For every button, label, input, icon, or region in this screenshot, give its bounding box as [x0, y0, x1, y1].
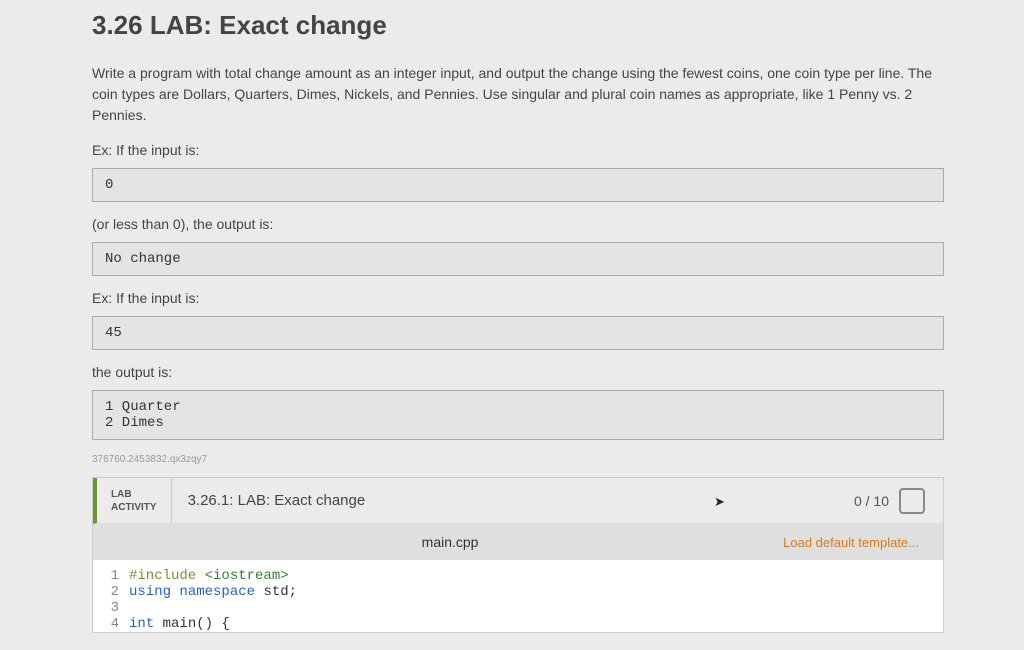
line-number: 4: [93, 616, 129, 632]
file-bar: main.cpp Load default template...: [93, 524, 943, 560]
activity-type-line2: ACTIVITY: [111, 501, 157, 514]
example2-note: the output is:: [92, 364, 944, 380]
editor-line[interactable]: 4int main() {: [93, 616, 943, 632]
activity-header: LAB ACTIVITY 3.26.1: LAB: Exact change ➤…: [93, 478, 943, 524]
editor-line[interactable]: 3: [93, 600, 943, 616]
activity-type-line1: LAB: [111, 488, 157, 501]
example2-output-line: 2 Dimes: [105, 415, 931, 431]
cursor-icon: ➤: [714, 494, 725, 510]
line-number: 2: [93, 584, 129, 600]
code-content[interactable]: #include <iostream>: [129, 568, 289, 584]
file-name: main.cpp: [117, 534, 783, 550]
example1-note: (or less than 0), the output is:: [92, 216, 944, 232]
example2-input: 45: [105, 325, 931, 341]
example1-output: No change: [105, 251, 931, 267]
description: Write a program with total change amount…: [92, 63, 944, 126]
footer-id: 376760.2453832.qx3zqy7: [92, 454, 944, 465]
example1-input-box: 0: [92, 168, 944, 202]
line-number: 1: [93, 568, 129, 584]
score-checkbox[interactable]: [899, 488, 925, 514]
code-content[interactable]: int main() {: [129, 616, 230, 632]
example1-input: 0: [105, 177, 931, 193]
activity-title: 3.26.1: LAB: Exact change: [172, 478, 836, 523]
code-editor[interactable]: 1#include <iostream>2using namespace std…: [93, 560, 943, 632]
code-content[interactable]: using namespace std;: [129, 584, 297, 600]
example1-output-box: No change: [92, 242, 944, 276]
activity-box: LAB ACTIVITY 3.26.1: LAB: Exact change ➤…: [92, 477, 944, 633]
example2-output-box: 1 Quarter2 Dimes: [92, 390, 944, 440]
activity-type-label: LAB ACTIVITY: [97, 478, 172, 523]
activity-score: 0 / 10: [854, 493, 889, 509]
line-number: 3: [93, 600, 129, 616]
page-title: 3.26 LAB: Exact change: [92, 10, 944, 41]
example2-output-line: 1 Quarter: [105, 399, 931, 415]
editor-line[interactable]: 1#include <iostream>: [93, 568, 943, 584]
load-template-link[interactable]: Load default template...: [783, 535, 919, 550]
example2-label: Ex: If the input is:: [92, 290, 944, 306]
editor-line[interactable]: 2using namespace std;: [93, 584, 943, 600]
example2-input-box: 45: [92, 316, 944, 350]
example1-label: Ex: If the input is:: [92, 142, 944, 158]
